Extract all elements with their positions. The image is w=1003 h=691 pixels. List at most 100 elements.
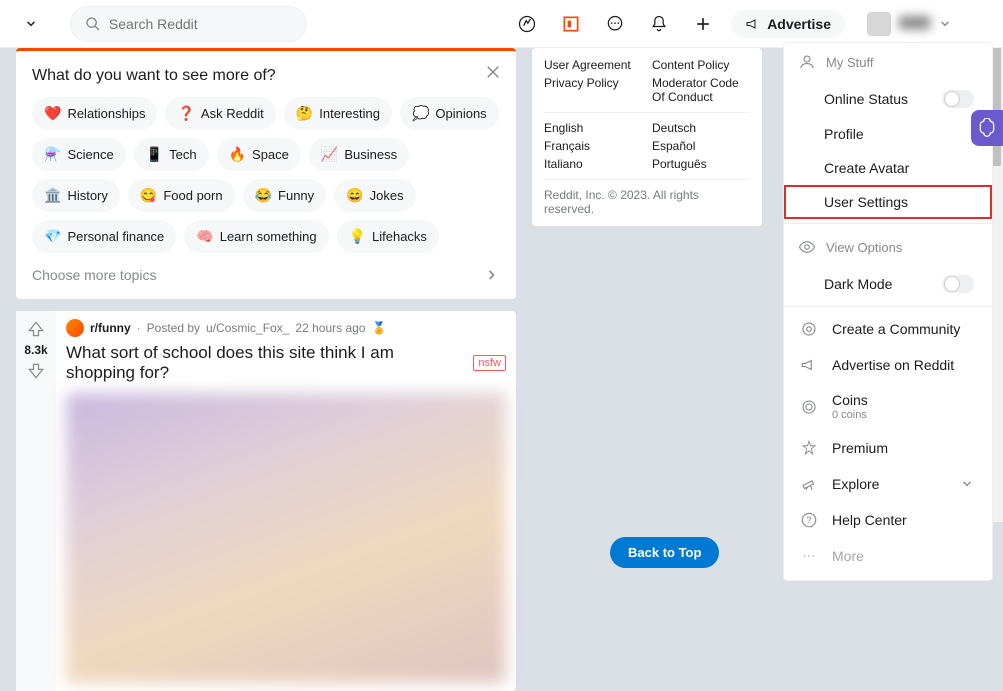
post-image[interactable] — [66, 393, 506, 683]
post-age: 22 hours ago — [295, 321, 365, 335]
menu-advertise[interactable]: Advertise on Reddit — [784, 347, 992, 383]
footer-lang[interactable]: English — [544, 121, 642, 135]
brain-icon — [977, 118, 997, 138]
menu-help-center[interactable]: ? Help Center — [784, 502, 992, 538]
chevron-down-icon — [24, 17, 38, 31]
choose-more-topics[interactable]: Choose more topics — [32, 267, 500, 283]
chip-label: Space — [252, 147, 289, 162]
post-body[interactable]: r/funny · Posted by u/Cosmic_Fox_ 22 hou… — [56, 311, 516, 691]
menu-user-settings[interactable]: User Settings — [784, 185, 992, 219]
user-avatar — [867, 12, 891, 36]
dark-mode-toggle[interactable] — [942, 275, 974, 293]
chip-label: Food porn — [163, 188, 222, 203]
topic-chip[interactable]: ❓Ask Reddit — [165, 97, 275, 130]
community-dropdown[interactable] — [16, 13, 46, 35]
topic-chip[interactable]: 📈Business — [309, 138, 409, 171]
menu-more[interactable]: More — [784, 538, 992, 574]
advertise-label: Advertise — [767, 16, 831, 32]
menu-explore[interactable]: Explore — [784, 466, 992, 502]
online-status-toggle[interactable] — [942, 90, 974, 108]
megaphone-icon — [800, 356, 818, 374]
chip-emoji: 📱 — [146, 146, 163, 163]
chip-emoji: 😄 — [346, 187, 363, 204]
topic-chip[interactable]: 💡 Lifehacks — [337, 220, 439, 253]
subreddit-link[interactable]: r/funny — [90, 321, 131, 335]
menu-premium[interactable]: Premium — [784, 430, 992, 466]
footer-link[interactable]: Moderator Code Of Conduct — [652, 76, 750, 104]
popular-icon[interactable] — [511, 8, 543, 40]
chip-emoji: 📈 — [321, 146, 338, 163]
topic-chip[interactable]: 😂Funny — [243, 179, 327, 212]
topic-chip[interactable]: 😄 Jokes — [334, 179, 415, 212]
topic-chip[interactable]: ❤️Relationships — [32, 97, 157, 130]
downvote-button[interactable] — [26, 361, 46, 381]
svg-text:?: ? — [806, 515, 811, 525]
post-author[interactable]: u/Cosmic_Fox_ — [206, 321, 289, 335]
footer-lang[interactable]: Italiano — [544, 157, 642, 171]
chip-emoji: 💭 — [412, 105, 429, 122]
search-input[interactable] — [109, 16, 292, 32]
coin-icon — [800, 398, 818, 416]
chip-emoji: 🤔 — [296, 105, 313, 122]
chip-label: Science — [67, 147, 113, 162]
menu-dark-mode[interactable]: Dark Mode — [784, 266, 992, 302]
close-button[interactable] — [484, 63, 502, 81]
menu-create-avatar[interactable]: Create Avatar — [784, 151, 992, 185]
user-menu: My Stuff Online Status Profile Create Av… — [783, 42, 993, 581]
more-icon — [800, 547, 818, 565]
topic-chip[interactable]: 🏛️ History — [32, 179, 120, 212]
community-icon — [800, 320, 818, 338]
chip-emoji: 🔥 — [229, 146, 246, 163]
menu-profile[interactable]: Profile — [784, 117, 992, 151]
topic-chip[interactable]: 📱Tech — [134, 138, 209, 171]
chip-label: Lifehacks — [372, 229, 427, 244]
topic-chip[interactable]: ⚗️Science — [32, 138, 126, 171]
footer-lang[interactable]: Deutsch — [652, 121, 750, 135]
megaphone-icon — [745, 16, 761, 32]
menu-online-status[interactable]: Online Status — [784, 81, 992, 117]
post-meta: r/funny · Posted by u/Cosmic_Fox_ 22 hou… — [66, 319, 506, 337]
notifications-icon[interactable] — [643, 8, 675, 40]
close-icon — [484, 63, 502, 81]
assistant-widget[interactable] — [971, 110, 1003, 146]
upvote-button[interactable] — [26, 319, 46, 339]
footer-lang[interactable]: Português — [652, 157, 750, 171]
menu-create-community[interactable]: Create a Community — [784, 311, 992, 347]
topic-chip[interactable]: 😋Food porn — [128, 179, 235, 212]
advertise-button[interactable]: Advertise — [731, 10, 845, 38]
footer-link[interactable]: Content Policy — [652, 58, 750, 72]
topic-chip[interactable]: 🤔Interesting — [284, 97, 392, 130]
topic-card-title: What do you want to see more of? — [32, 67, 500, 85]
chip-label: Jokes — [370, 188, 404, 203]
search-bar[interactable] — [70, 6, 307, 42]
chip-label: History — [67, 188, 107, 203]
vote-score: 8.3k — [24, 343, 47, 357]
topic-chip[interactable]: 💭 Opinions — [400, 97, 499, 130]
post-card: 8.3k r/funny · Posted by u/Cosmic_Fox_ 2… — [16, 311, 516, 691]
chip-label: Opinions — [435, 106, 486, 121]
footer-link[interactable]: User Agreement — [544, 58, 642, 72]
topic-chip[interactable]: 🔥 Space — [217, 138, 301, 171]
award-icon[interactable]: 🏅 — [371, 321, 386, 335]
menu-coins[interactable]: Coins 0 coins — [784, 383, 992, 430]
footer-lang[interactable]: Français — [544, 139, 642, 153]
chip-label: Personal finance — [67, 229, 164, 244]
subreddit-avatar[interactable] — [66, 319, 84, 337]
telescope-icon — [800, 475, 818, 493]
chat-icon[interactable] — [599, 8, 631, 40]
user-dropdown[interactable]: ████ — [857, 8, 987, 40]
topic-chip[interactable]: 💎Personal finance — [32, 220, 176, 253]
premium-icon — [800, 439, 818, 457]
help-icon: ? — [800, 511, 818, 529]
chevron-down-icon — [938, 17, 952, 31]
footer-lang[interactable]: Español — [652, 139, 750, 153]
create-post-icon[interactable] — [687, 8, 719, 40]
posted-by-prefix: Posted by — [147, 321, 200, 335]
footer-link[interactable]: Privacy Policy — [544, 76, 642, 104]
topic-chip[interactable]: 🧠Learn something — [184, 220, 328, 253]
chip-emoji: 💡 — [349, 228, 366, 245]
shield-icon[interactable] — [555, 8, 587, 40]
chip-label: Ask Reddit — [201, 106, 264, 121]
chip-emoji: 🏛️ — [44, 187, 61, 204]
back-to-top-button[interactable]: Back to Top — [610, 537, 719, 568]
